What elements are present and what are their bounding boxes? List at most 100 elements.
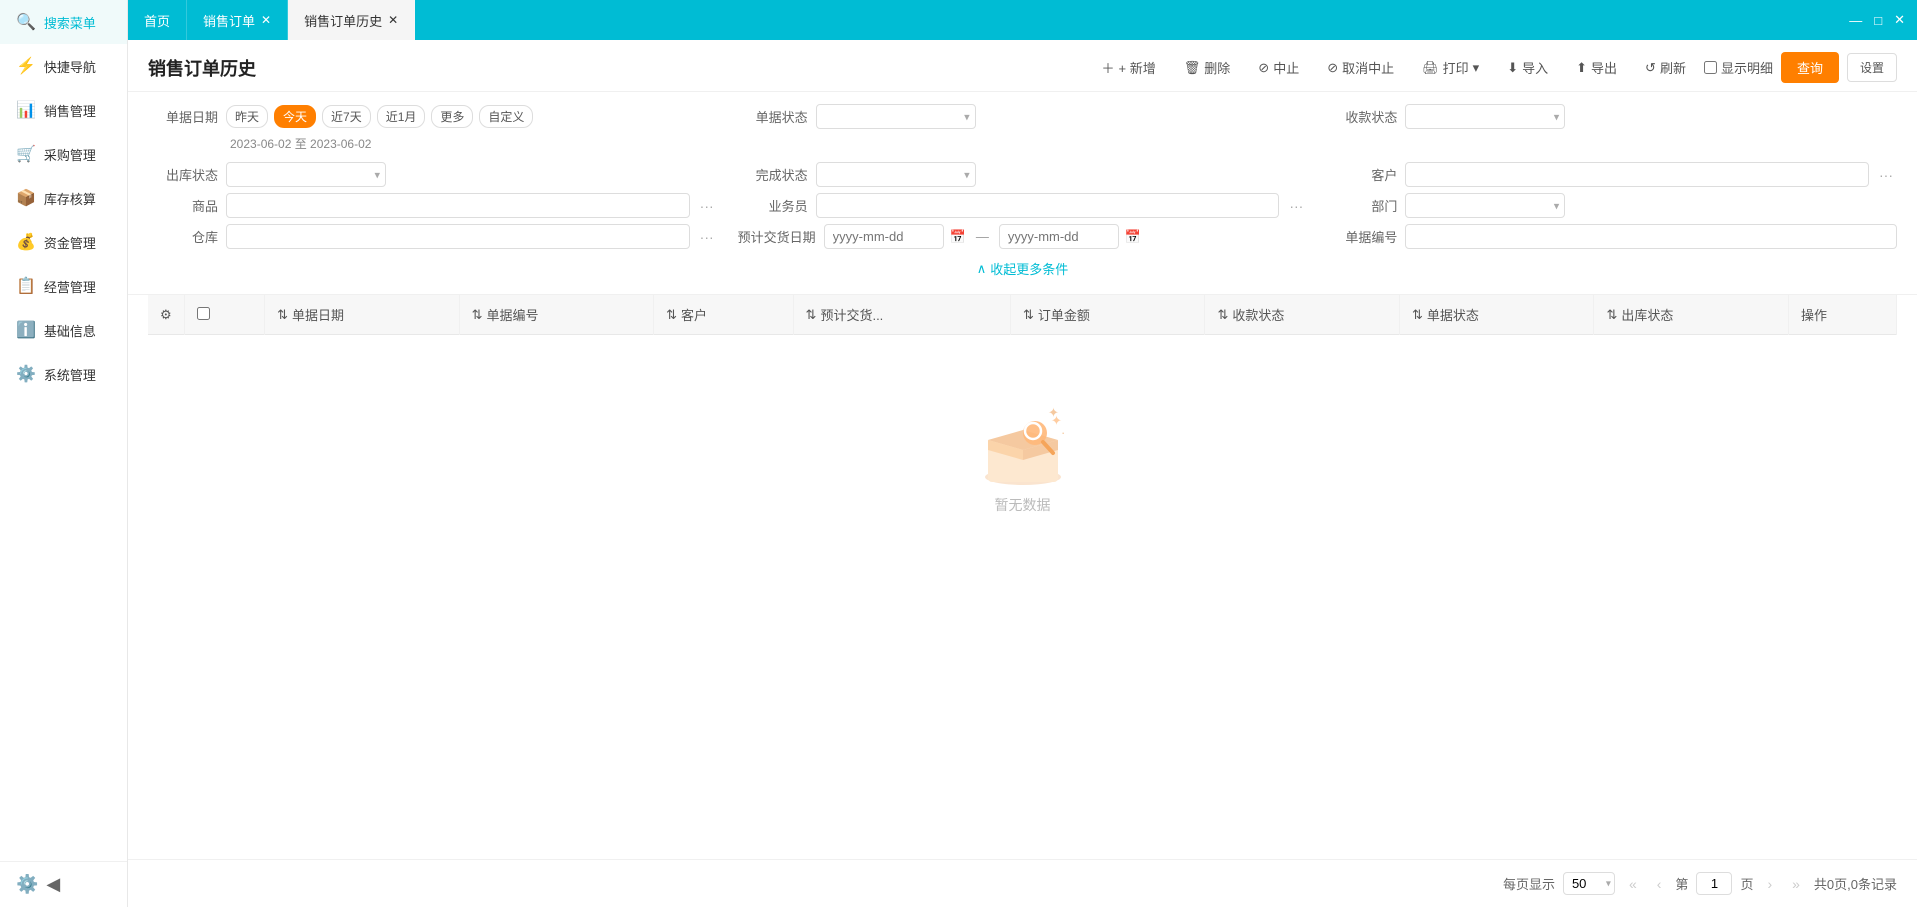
window-minimize-icon[interactable]: — bbox=[1849, 13, 1862, 28]
import-button[interactable]: ⬇ 导入 bbox=[1497, 53, 1558, 82]
refresh-button[interactable]: ↺ 刷新 bbox=[1635, 53, 1696, 82]
tab-sales-order-history[interactable]: 销售订单历史 ✕ bbox=[288, 0, 415, 40]
warehouse-ellipsis[interactable]: ··· bbox=[696, 229, 718, 245]
expected-date-start[interactable] bbox=[824, 224, 944, 249]
date-btn-1month[interactable]: 近1月 bbox=[377, 105, 426, 128]
tab-sales-order-close[interactable]: ✕ bbox=[261, 13, 271, 27]
date-btn-custom[interactable]: 自定义 bbox=[479, 105, 533, 128]
salesperson-ellipsis[interactable]: ··· bbox=[1285, 198, 1307, 214]
sidebar-item-system[interactable]: ⚙️ 系统管理 bbox=[0, 352, 127, 396]
query-button[interactable]: 查询 bbox=[1781, 52, 1839, 83]
th-order-no: ⇅ 单据编号 bbox=[459, 295, 654, 335]
sidebar-item-purchase[interactable]: 🛒 采购管理 bbox=[0, 132, 127, 176]
department-select-wrapper bbox=[1405, 193, 1565, 218]
sidebar-item-quicknav[interactable]: ⚡ 快捷导航 bbox=[0, 44, 127, 88]
svg-text:·: · bbox=[1061, 425, 1065, 440]
customer-label: 客户 bbox=[1327, 165, 1397, 184]
sidebar-item-baseinfo[interactable]: ℹ️ 基础信息 bbox=[0, 308, 127, 352]
tab-sales-order-history-close[interactable]: ✕ bbox=[388, 13, 398, 27]
tab-home[interactable]: 首页 bbox=[128, 0, 187, 40]
expected-date-value: 📅 — 📅 bbox=[824, 224, 1308, 249]
date-btn-more[interactable]: 更多 bbox=[431, 105, 473, 128]
sidebar-item-finance[interactable]: 💰 资金管理 bbox=[0, 220, 127, 264]
sidebar-item-sales[interactable]: 📊 销售管理 bbox=[0, 88, 127, 132]
toolbar: ＋ + 新增 🗑 删除 ⊘ 中止 ⊘ 取消中止 🖨 打印 bbox=[1092, 52, 1897, 83]
date-btn-yesterday[interactable]: 昨天 bbox=[226, 105, 268, 128]
refresh-icon: ↺ bbox=[1645, 60, 1656, 76]
department-select[interactable] bbox=[1405, 193, 1565, 218]
payment-status-select[interactable] bbox=[1405, 104, 1565, 129]
customer-input[interactable] bbox=[1405, 162, 1869, 187]
page-number-input[interactable] bbox=[1696, 872, 1732, 895]
product-ellipsis[interactable]: ··· bbox=[696, 198, 718, 214]
th-expected-sort-icon[interactable]: ⇅ bbox=[806, 307, 817, 323]
order-status-select[interactable] bbox=[816, 104, 976, 129]
th-date: ⇅ 单据日期 bbox=[265, 295, 460, 335]
print-dropdown-icon[interactable]: ▾ bbox=[1473, 60, 1480, 76]
th-settings[interactable]: ⚙ bbox=[148, 295, 184, 335]
export-icon: ⬆ bbox=[1576, 60, 1587, 76]
expected-date-end[interactable] bbox=[999, 224, 1119, 249]
th-amount-sort-icon[interactable]: ⇅ bbox=[1023, 307, 1034, 323]
export-button[interactable]: ⬆ 导出 bbox=[1566, 53, 1627, 82]
order-no-input[interactable] bbox=[1405, 224, 1897, 249]
tab-sales-order[interactable]: 销售订单 ✕ bbox=[187, 0, 288, 40]
window-close-icon[interactable]: ✕ bbox=[1894, 12, 1905, 28]
operations-icon: 📋 bbox=[16, 276, 36, 296]
warehouse-value: ··· bbox=[226, 224, 718, 249]
calendar-end-icon[interactable]: 📅 bbox=[1125, 229, 1141, 245]
pagination: 每页显示 50 10 20 100 « ‹ 第 页 › » 共0页,0条记录 bbox=[128, 859, 1917, 907]
date-btn-today[interactable]: 今天 bbox=[274, 105, 316, 128]
th-delivery-sort-icon[interactable]: ⇅ bbox=[1606, 307, 1617, 323]
th-payment-sort-icon[interactable]: ⇅ bbox=[1217, 307, 1228, 323]
print-button[interactable]: 🖨 打印 ▾ bbox=[1412, 53, 1489, 82]
th-date-sort-icon[interactable]: ⇅ bbox=[277, 307, 288, 323]
sidebar-item-label: 库存核算 bbox=[44, 189, 96, 208]
sidebar-item-label: 搜索菜单 bbox=[44, 13, 96, 32]
select-all-checkbox[interactable] bbox=[197, 307, 210, 320]
th-customer-sort-icon[interactable]: ⇅ bbox=[666, 307, 677, 323]
order-status-select-wrapper bbox=[816, 104, 976, 129]
filter-cell-order-status: 单据状态 bbox=[738, 104, 1308, 129]
setting-button[interactable]: 设置 bbox=[1847, 53, 1897, 82]
sidebar-bottom: ⚙️ ◀ bbox=[0, 861, 127, 907]
settings-bottom-icon[interactable]: ⚙️ bbox=[16, 874, 38, 895]
collapse-row[interactable]: ∧ 收起更多条件 bbox=[148, 255, 1897, 282]
th-orderno-sort-icon[interactable]: ⇅ bbox=[472, 307, 483, 323]
next-page-button[interactable]: › bbox=[1761, 874, 1778, 894]
delete-button[interactable]: 🗑 删除 bbox=[1174, 53, 1241, 82]
th-customer: ⇅ 客户 bbox=[654, 295, 793, 335]
new-button[interactable]: ＋ + 新增 bbox=[1092, 53, 1166, 82]
department-value bbox=[1405, 193, 1897, 218]
search-icon: 🔍 bbox=[16, 12, 36, 32]
sidebar-item-search[interactable]: 🔍 搜索菜单 bbox=[0, 0, 127, 44]
baseinfo-icon: ℹ️ bbox=[16, 320, 36, 340]
sidebar-item-operations[interactable]: 📋 经营管理 bbox=[0, 264, 127, 308]
collapse-icon[interactable]: ◀ bbox=[46, 874, 60, 895]
page-size-select[interactable]: 50 10 20 100 bbox=[1563, 872, 1615, 895]
date-btn-7days[interactable]: 近7天 bbox=[322, 105, 371, 128]
order-no-label: 单据编号 bbox=[1327, 227, 1397, 246]
salesperson-label: 业务员 bbox=[738, 196, 808, 215]
product-input[interactable] bbox=[226, 193, 690, 218]
salesperson-input[interactable] bbox=[816, 193, 1280, 218]
prev-page-button[interactable]: ‹ bbox=[1651, 874, 1668, 894]
sidebar-item-label: 系统管理 bbox=[44, 365, 96, 384]
stop-button[interactable]: ⊘ 中止 bbox=[1248, 53, 1309, 82]
warehouse-input[interactable] bbox=[226, 224, 690, 249]
calendar-start-icon[interactable]: 📅 bbox=[950, 229, 966, 245]
th-checkbox[interactable] bbox=[184, 295, 264, 335]
last-page-button[interactable]: » bbox=[1786, 874, 1806, 894]
delivery-status-select[interactable] bbox=[226, 162, 386, 187]
complete-status-select[interactable] bbox=[816, 162, 976, 187]
customer-ellipsis[interactable]: ··· bbox=[1875, 167, 1897, 183]
cancel-stop-button[interactable]: ⊘ 取消中止 bbox=[1317, 53, 1404, 82]
table-area: ⚙ ⇅ 单据日期 ⇅ 单据编号 bbox=[128, 295, 1917, 859]
show-detail-checkbox[interactable] bbox=[1704, 61, 1717, 74]
sidebar-item-inventory[interactable]: 📦 库存核算 bbox=[0, 176, 127, 220]
window-maximize-icon[interactable]: □ bbox=[1874, 13, 1882, 28]
delivery-status-select-wrapper bbox=[226, 162, 386, 187]
th-orderstatus-sort-icon[interactable]: ⇅ bbox=[1412, 307, 1423, 323]
first-page-button[interactable]: « bbox=[1623, 874, 1643, 894]
page-label: 第 bbox=[1675, 874, 1688, 893]
